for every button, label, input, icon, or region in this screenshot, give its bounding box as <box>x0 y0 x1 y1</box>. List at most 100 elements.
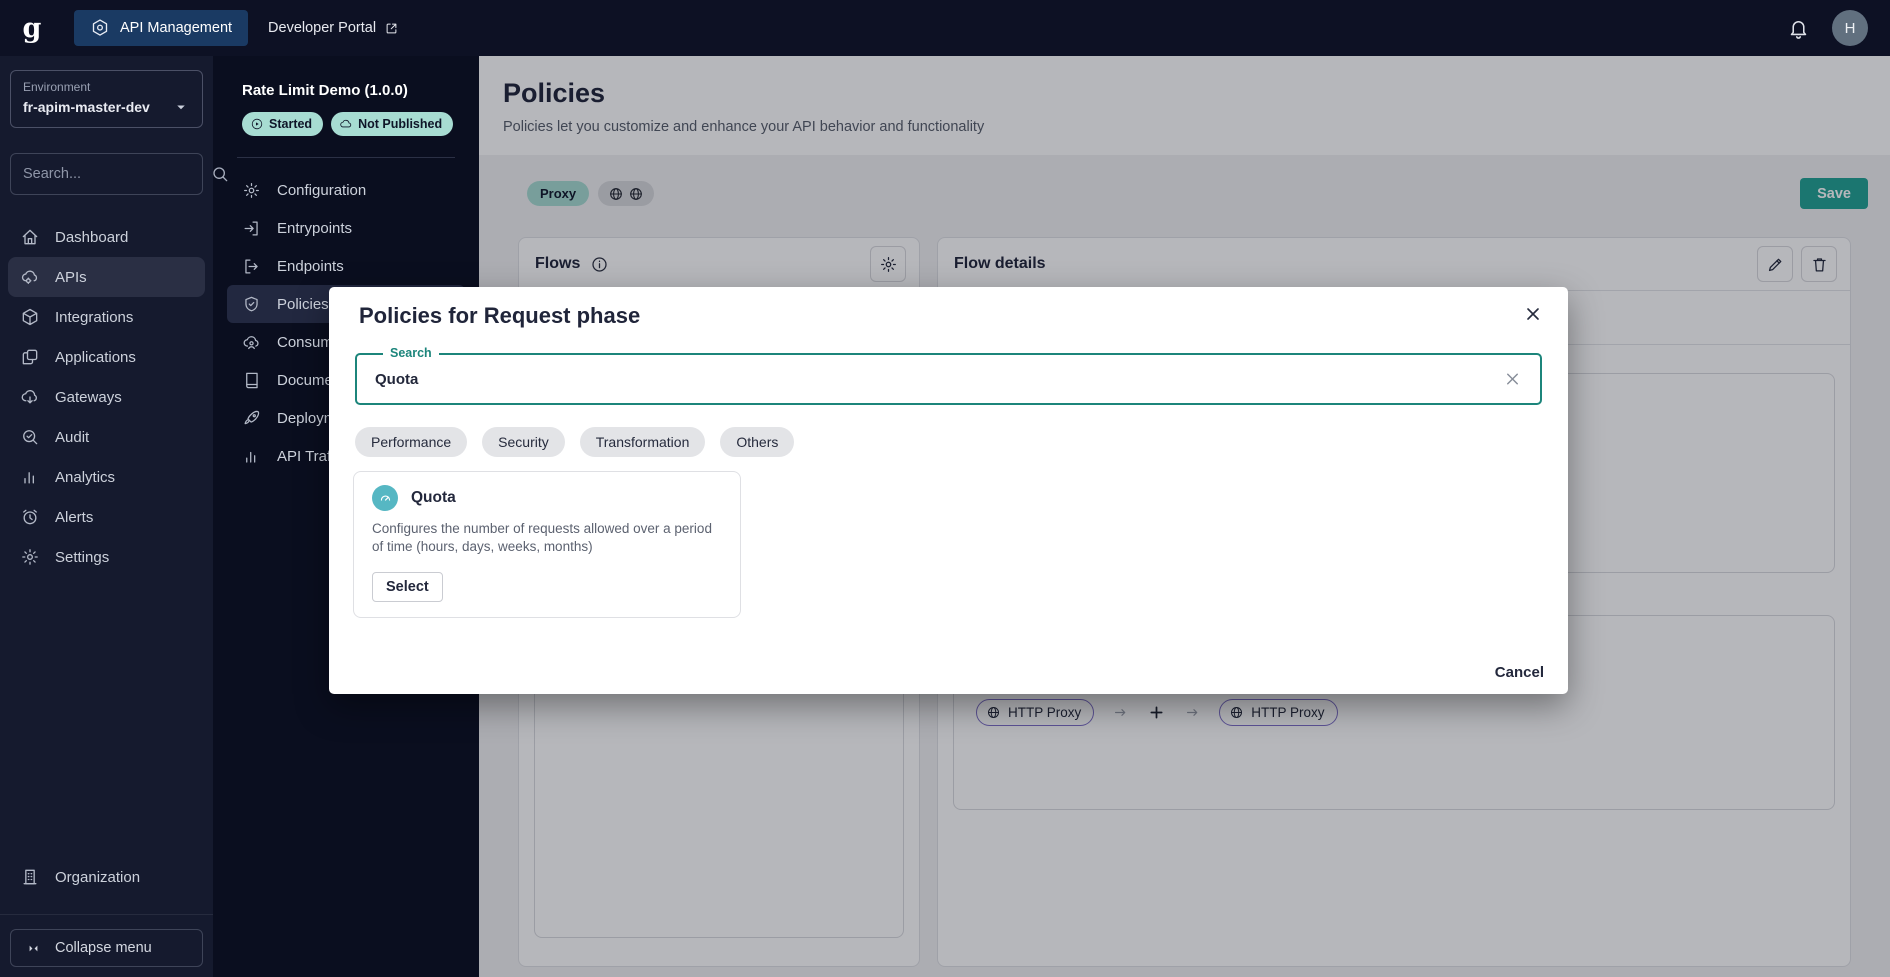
flows-title: Flows <box>535 255 580 273</box>
trash-icon <box>1810 255 1829 274</box>
globes-badge[interactable] <box>598 181 654 206</box>
status-badge-not-published: Not Published <box>331 112 453 136</box>
home-icon <box>20 227 40 247</box>
quota-policy-icon <box>372 485 398 511</box>
chip-security[interactable]: Security <box>482 427 565 457</box>
api-title: Rate Limit Demo (1.0.0) <box>213 56 479 99</box>
sidebar-item-applications[interactable]: Applications <box>8 337 205 377</box>
info-icon[interactable] <box>590 255 609 274</box>
policy-search-field[interactable]: Search <box>355 353 1542 405</box>
sidebar-item-label: Audit <box>55 429 89 446</box>
status-badge-started: Started <box>242 112 323 136</box>
sidebar-item-audit[interactable]: Audit <box>8 417 205 457</box>
copy-icon <box>20 347 40 367</box>
top-bar: g API Management Developer Portal H <box>0 0 1890 56</box>
sidebar-item-alerts[interactable]: Alerts <box>8 497 205 537</box>
rocket-icon <box>242 409 261 428</box>
policy-search-input[interactable] <box>375 371 1488 388</box>
developer-portal-label: Developer Portal <box>268 20 376 36</box>
delete-flow-button[interactable] <box>1801 246 1837 282</box>
api-management-label: API Management <box>120 20 232 36</box>
avatar-initial: H <box>1845 20 1856 37</box>
flows-panel-header: Flows <box>519 238 919 291</box>
chip-performance[interactable]: Performance <box>355 427 467 457</box>
cancel-button[interactable]: Cancel <box>1495 664 1544 681</box>
api-menu-item-configuration[interactable]: Configuration <box>227 171 465 209</box>
policy-card-quota: Quota Configures the number of requests … <box>353 471 741 618</box>
policies-dialog: Policies for Request phase Search Perfor… <box>329 287 1568 694</box>
sidebar-search-field[interactable] <box>10 153 203 195</box>
gear-icon <box>879 255 898 274</box>
collapse-menu-label: Collapse menu <box>55 940 152 956</box>
add-policy-plus-icon[interactable] <box>1147 703 1166 722</box>
sidebar-search-input[interactable] <box>23 166 210 182</box>
notifications-bell-icon[interactable] <box>1787 17 1810 40</box>
api-status-badges: Started Not Published <box>242 112 479 136</box>
environment-value: fr-apim-master-dev <box>23 99 150 115</box>
exit-icon <box>242 257 261 276</box>
api-menu-item-endpoints[interactable]: Endpoints <box>227 247 465 285</box>
gravitee-logo-icon: g <box>12 15 52 42</box>
bar-chart-icon <box>242 447 261 466</box>
status-badge-label: Started <box>269 117 312 131</box>
gear-icon <box>20 547 40 567</box>
save-button[interactable]: Save <box>1800 178 1868 209</box>
sidebar-item-analytics[interactable]: Analytics <box>8 457 205 497</box>
bar-chart-icon <box>20 467 40 487</box>
collapse-menu-button[interactable]: Collapse menu <box>10 929 203 967</box>
policy-card-description: Configures the number of requests allowe… <box>372 520 722 556</box>
pencil-icon <box>1766 255 1785 274</box>
api-management-button[interactable]: API Management <box>74 10 248 46</box>
sidebar-item-integrations[interactable]: Integrations <box>8 297 205 337</box>
search-icon <box>210 164 230 184</box>
select-policy-button[interactable]: Select <box>372 572 443 602</box>
api-menu-item-label: Entrypoints <box>277 220 352 237</box>
category-filter-chips: Performance Security Transformation Othe… <box>355 427 1542 457</box>
main-sidebar: Environment fr-apim-master-dev Dashboar <box>0 56 213 977</box>
page-title: Policies <box>503 78 1866 109</box>
dialog-title: Policies for Request phase <box>359 303 1538 329</box>
api-menu-item-label: Endpoints <box>277 258 344 275</box>
cloud-icon <box>339 117 353 131</box>
sidebar-item-label: Applications <box>55 349 136 366</box>
enter-icon <box>242 219 261 238</box>
http-proxy-chip[interactable]: HTTP Proxy <box>976 699 1094 726</box>
developer-portal-link[interactable]: Developer Portal <box>268 20 399 36</box>
hexagon-gear-icon <box>90 18 110 38</box>
flows-settings-button[interactable] <box>870 246 906 282</box>
sidebar-item-apis[interactable]: APIs <box>8 257 205 297</box>
user-avatar[interactable]: H <box>1832 10 1868 46</box>
gear-icon <box>242 181 261 200</box>
sidebar-item-label: Dashboard <box>55 229 128 246</box>
sidebar-item-settings[interactable]: Settings <box>8 537 205 577</box>
api-menu-item-label: Configuration <box>277 182 366 199</box>
close-icon[interactable] <box>1519 300 1547 328</box>
arrow-right-icon <box>1184 704 1201 721</box>
api-menu-item-entrypoints[interactable]: Entrypoints <box>227 209 465 247</box>
play-circle-icon <box>250 117 264 131</box>
environment-label: Environment <box>23 80 190 94</box>
sidebar-item-dashboard[interactable]: Dashboard <box>8 217 205 257</box>
sidebar-item-label: Integrations <box>55 309 133 326</box>
cloud-user-icon <box>242 333 261 352</box>
shield-icon <box>242 295 261 314</box>
collapse-icon <box>25 940 42 957</box>
app-root: g API Management Developer Portal H Envi… <box>0 0 1890 977</box>
search-field-label: Search <box>383 346 439 360</box>
globe-icon <box>986 705 1001 720</box>
policy-toolbar: Proxy Save <box>527 178 1868 209</box>
chip-transformation[interactable]: Transformation <box>580 427 706 457</box>
globe-icon <box>1229 705 1244 720</box>
sidebar-item-organization[interactable]: Organization <box>8 857 205 897</box>
organization-label: Organization <box>55 869 140 886</box>
environment-select[interactable]: Environment fr-apim-master-dev <box>10 70 203 128</box>
clear-search-icon[interactable] <box>1499 366 1526 393</box>
policy-card-title: Quota <box>411 489 456 507</box>
chip-others[interactable]: Others <box>720 427 794 457</box>
edit-flow-button[interactable] <box>1757 246 1793 282</box>
http-proxy-chip[interactable]: HTTP Proxy <box>1219 699 1337 726</box>
sidebar-item-gateways[interactable]: Gateways <box>8 377 205 417</box>
sidebar-item-label: Settings <box>55 549 109 566</box>
api-menu-divider <box>237 157 455 158</box>
flow-details-header: Flow details <box>938 238 1850 291</box>
